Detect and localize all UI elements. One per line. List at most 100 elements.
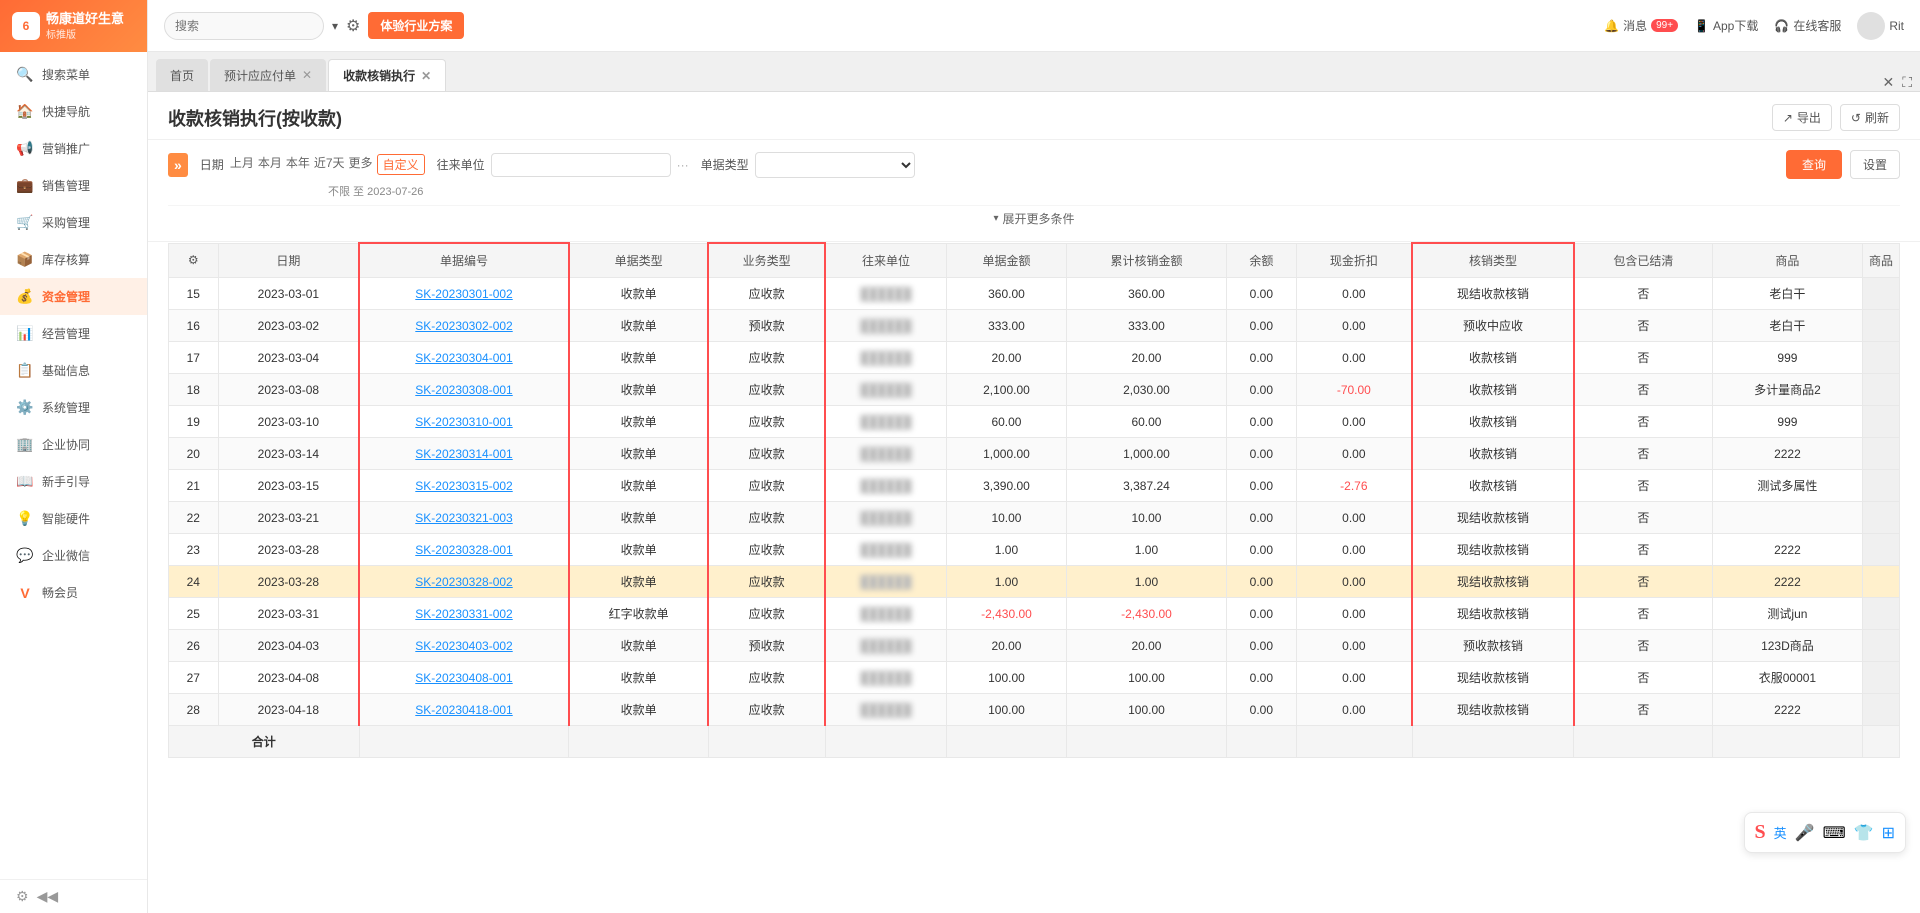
online-service-button[interactable]: 🎧 在线客服 <box>1774 17 1841 34</box>
total-cell: 合计 <box>169 726 360 758</box>
date-7-days[interactable]: 近7天 <box>314 154 345 175</box>
sidebar-item-basic-info[interactable]: 📋 基础信息 <box>0 352 147 389</box>
settings-button[interactable]: 设置 <box>1850 150 1900 179</box>
grid-icon[interactable]: ⊞ <box>1882 823 1895 843</box>
row-amount: 60.00 <box>946 406 1066 438</box>
app-download-button[interactable]: 📱 App下载 <box>1694 17 1758 34</box>
sidebar-item-quick-nav[interactable]: 🏠 快捷导航 <box>0 93 147 130</box>
row-doc-no[interactable]: SK-20230310-001 <box>359 406 569 438</box>
sidebar-item-smart-hw[interactable]: 💡 智能硬件 <box>0 500 147 537</box>
total-cell <box>359 726 569 758</box>
sidebar-item-enterprise[interactable]: 🏢 企业协同 <box>0 426 147 463</box>
sidebar-bottom: ⚙ ◀◀ <box>0 879 147 913</box>
row-amount: 1.00 <box>946 566 1066 598</box>
row-doc-no[interactable]: SK-20230314-001 <box>359 438 569 470</box>
row-amount: 360.00 <box>946 278 1066 310</box>
tab-home[interactable]: 首页 <box>156 59 208 91</box>
solution-button[interactable]: 体验行业方案 <box>368 12 464 39</box>
filter-toggle-button[interactable]: » <box>168 153 188 177</box>
row-amount: 1.00 <box>946 534 1066 566</box>
row-date: 2023-03-15 <box>218 470 359 502</box>
export-button[interactable]: ↗ 导出 <box>1772 104 1832 131</box>
expand-more-btn[interactable]: ▾ 展开更多条件 <box>168 205 1900 231</box>
date-this-year[interactable]: 本年 <box>286 154 310 175</box>
row-balance: 0.00 <box>1227 630 1297 662</box>
total-cell <box>946 726 1066 758</box>
row-date: 2023-03-31 <box>218 598 359 630</box>
tab-collection-close[interactable]: ✕ <box>421 69 431 83</box>
settings-icon[interactable]: ⚙ <box>16 888 29 905</box>
row-doc-no[interactable]: SK-20230328-002 <box>359 566 569 598</box>
tab-receivable-close[interactable]: ✕ <box>302 68 312 82</box>
row-date: 2023-03-01 <box>218 278 359 310</box>
row-cash-discount: 0.00 <box>1296 534 1412 566</box>
row-cash-discount: 0.00 <box>1296 598 1412 630</box>
topbar-search-input[interactable] <box>164 12 324 40</box>
row-cancel-type: 现结收款核销 <box>1412 278 1574 310</box>
row-doc-type: 收款单 <box>569 438 708 470</box>
row-amount: 2,100.00 <box>946 374 1066 406</box>
counterparty-input[interactable] <box>491 153 671 177</box>
row-doc-no[interactable]: SK-20230315-002 <box>359 470 569 502</box>
row-biz-type: 应收款 <box>708 278 825 310</box>
sougou-icon[interactable]: S <box>1755 821 1766 844</box>
shirt-icon[interactable]: 👕 <box>1854 823 1874 843</box>
row-date: 2023-03-08 <box>218 374 359 406</box>
table-row: 232023-03-28SK-20230328-001收款单应收款██████1… <box>169 534 1900 566</box>
row-doc-no[interactable]: SK-20230403-002 <box>359 630 569 662</box>
messages-button[interactable]: 🔔 消息 99+ <box>1604 17 1678 34</box>
row-doc-type: 收款单 <box>569 662 708 694</box>
sidebar-label-operations: 经营管理 <box>42 325 90 342</box>
row-doc-no[interactable]: SK-20230321-003 <box>359 502 569 534</box>
sidebar-item-purchase[interactable]: 🛒 采购管理 <box>0 204 147 241</box>
total-cell <box>1862 726 1899 758</box>
sidebar-item-inventory[interactable]: 📦 库存核算 <box>0 241 147 278</box>
tab-receivable[interactable]: 预计应应付单 ✕ <box>210 59 326 91</box>
service-label: 在线客服 <box>1793 17 1841 34</box>
sidebar-item-sales[interactable]: 💼 销售管理 <box>0 167 147 204</box>
sidebar-item-operations[interactable]: 📊 经营管理 <box>0 315 147 352</box>
row-doc-type: 收款单 <box>569 502 708 534</box>
row-biz-type: 应收款 <box>708 598 825 630</box>
table-row: 252023-03-31SK-20230331-002红字收款单应收款█████… <box>169 598 1900 630</box>
tab-close-all-icon[interactable]: ✕ <box>1882 74 1894 91</box>
sidebar-item-search[interactable]: 🔍 搜索菜单 <box>0 56 147 93</box>
row-doc-no[interactable]: SK-20230308-001 <box>359 374 569 406</box>
row-include-settled: 否 <box>1574 534 1712 566</box>
sidebar-item-member[interactable]: V 畅会员 <box>0 574 147 611</box>
row-doc-no[interactable]: SK-20230304-001 <box>359 342 569 374</box>
row-doc-no[interactable]: SK-20230418-001 <box>359 694 569 726</box>
row-doc-no[interactable]: SK-20230328-001 <box>359 534 569 566</box>
date-this-month[interactable]: 本月 <box>258 154 282 175</box>
user-avatar[interactable]: Rit <box>1857 12 1904 40</box>
col-header-settings[interactable]: ⚙ <box>169 243 219 278</box>
sidebar-item-guide[interactable]: 📖 新手引导 <box>0 463 147 500</box>
doctype-select[interactable] <box>755 152 915 178</box>
row-doc-no[interactable]: SK-20230301-002 <box>359 278 569 310</box>
row-product: 测试jun <box>1712 598 1862 630</box>
row-cancel-type: 收款核销 <box>1412 470 1574 502</box>
row-doc-no[interactable]: SK-20230408-001 <box>359 662 569 694</box>
english-icon[interactable]: 英 <box>1774 823 1787 842</box>
row-product: 2222 <box>1712 694 1862 726</box>
sidebar-item-system[interactable]: ⚙️ 系统管理 <box>0 389 147 426</box>
enterprise-icon: 🏢 <box>16 436 34 453</box>
refresh-button[interactable]: ↺ 刷新 <box>1840 104 1900 131</box>
sidebar-item-finance[interactable]: 💰 资金管理 <box>0 278 147 315</box>
tab-collection-cancel[interactable]: 收款核销执行 ✕ <box>328 59 446 91</box>
row-doc-no[interactable]: SK-20230331-002 <box>359 598 569 630</box>
table-row: 212023-03-15SK-20230315-002收款单应收款██████3… <box>169 470 1900 502</box>
topbar-gear-icon[interactable]: ⚙ <box>346 16 360 36</box>
collapse-icon[interactable]: ◀◀ <box>37 888 59 905</box>
mic-icon[interactable]: 🎤 <box>1795 823 1815 843</box>
date-last-month[interactable]: 上月 <box>230 154 254 175</box>
query-button[interactable]: 查询 <box>1786 150 1842 179</box>
sidebar-item-marketing[interactable]: 📢 营销推广 <box>0 130 147 167</box>
row-doc-no[interactable]: SK-20230302-002 <box>359 310 569 342</box>
keyboard-icon[interactable]: ⌨ <box>1823 823 1846 843</box>
date-custom[interactable]: 自定义 <box>377 154 425 175</box>
date-more[interactable]: 更多 <box>349 154 373 175</box>
sidebar-item-wechat[interactable]: 💬 企业微信 <box>0 537 147 574</box>
tab-expand-icon[interactable]: ⛶ <box>1902 74 1912 91</box>
topbar-dropdown[interactable]: ▾ <box>332 19 338 33</box>
